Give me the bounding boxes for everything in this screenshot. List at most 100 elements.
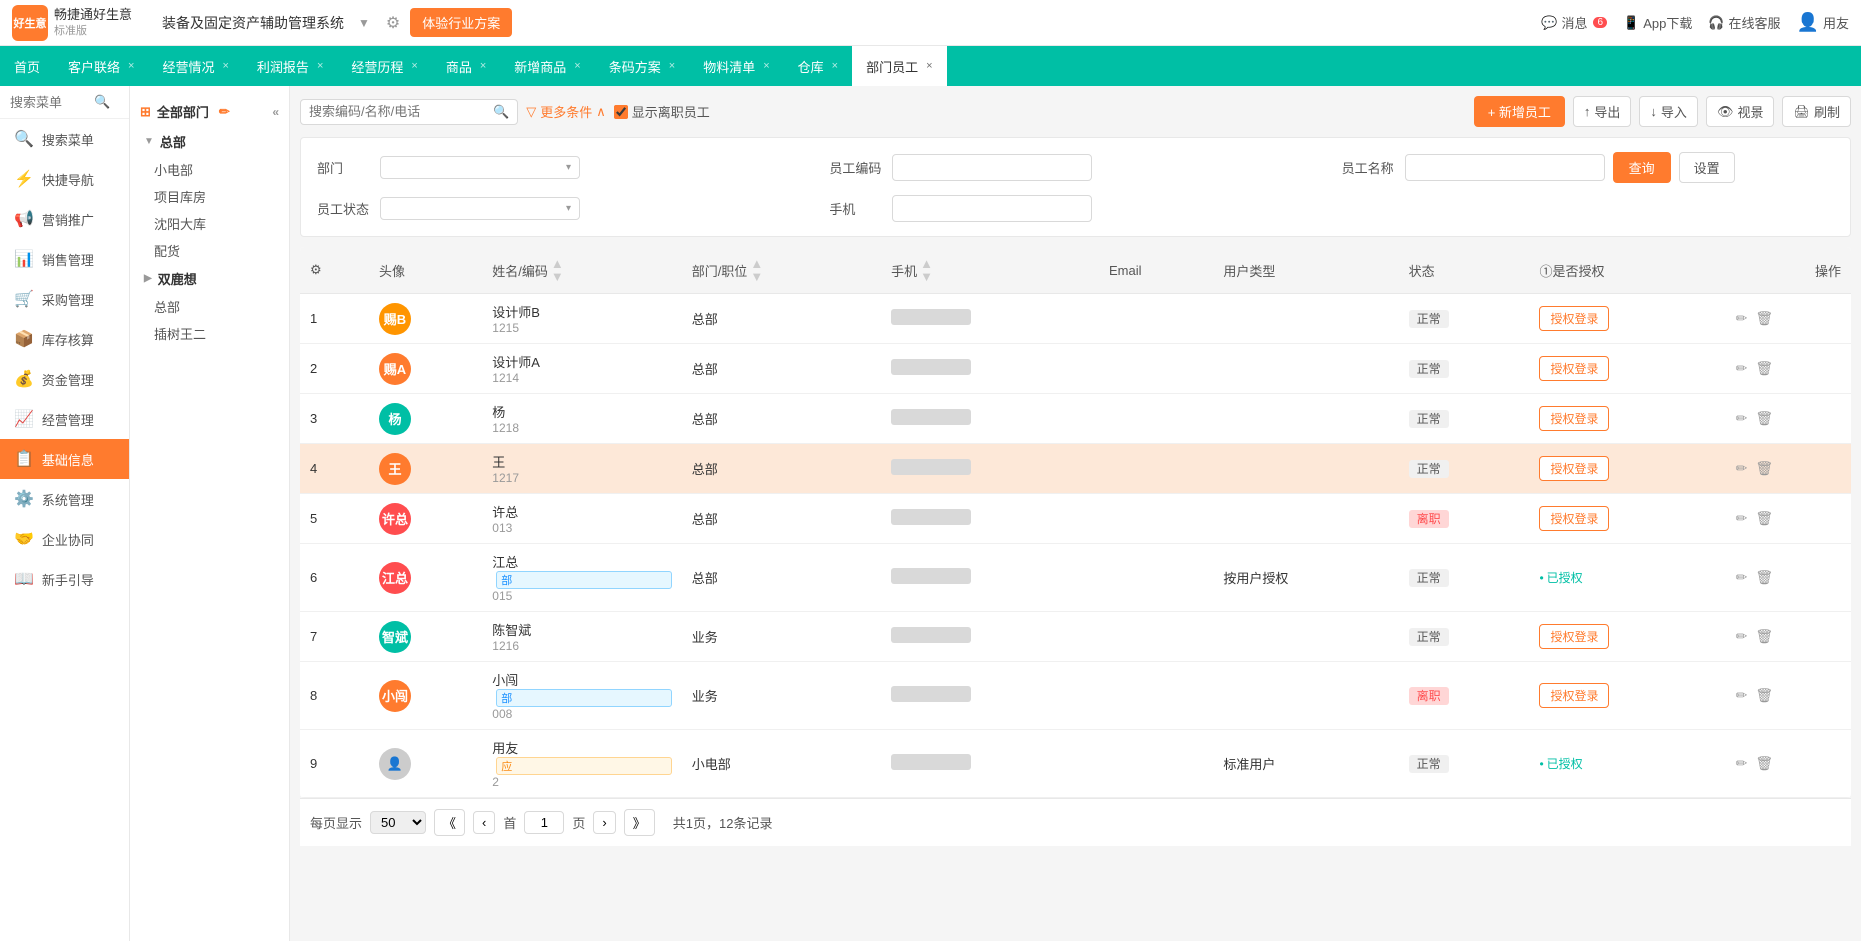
sidebar-item-采购管理[interactable]: 🛒采购管理 xyxy=(0,279,129,319)
delete-icon[interactable]: 🗑 xyxy=(1755,569,1773,586)
edit-icon[interactable]: ✏ xyxy=(1736,460,1748,477)
tree-child-配货[interactable]: 配货 xyxy=(130,237,289,264)
sidebar-item-搜索菜单[interactable]: 🔍搜索菜单 xyxy=(0,119,129,159)
edit-icon[interactable]: ✏ xyxy=(1736,755,1748,772)
sidebar-item-营销推广[interactable]: 📢营销推广 xyxy=(0,199,129,239)
emp-code-input[interactable] xyxy=(892,154,1092,181)
delete-icon[interactable]: 🗑 xyxy=(1755,628,1773,645)
nav-tab-部门员工[interactable]: 部门员工× xyxy=(852,46,946,86)
row-auth[interactable]: 授权登录 xyxy=(1529,612,1725,662)
msg-btn[interactable]: 💬 消息 6 xyxy=(1541,13,1607,32)
last-page-btn[interactable]: 》 xyxy=(624,809,655,836)
nav-tab-商品[interactable]: 商品× xyxy=(432,46,500,86)
delete-icon[interactable]: 🗑 xyxy=(1755,310,1773,327)
emp-name-input[interactable] xyxy=(1405,154,1605,181)
sidebar-item-系统管理[interactable]: ⚙️系统管理 xyxy=(0,479,129,519)
row-auth[interactable]: 授权登录 xyxy=(1529,444,1725,494)
nav-tab-首页[interactable]: 首页 xyxy=(0,46,54,86)
more-filters-btn[interactable]: ▽ 更多条件 ∧ xyxy=(526,102,606,121)
emp-status-select[interactable]: ▾ xyxy=(380,197,580,220)
tree-child-总部[interactable]: 总部 xyxy=(130,293,289,320)
tree-child-小电部[interactable]: 小电部 xyxy=(130,156,289,183)
gear-icon[interactable]: ⚙ xyxy=(386,13,400,33)
close-tab-icon[interactable]: × xyxy=(222,60,228,72)
delete-icon[interactable]: 🗑 xyxy=(1755,460,1773,477)
try-btn[interactable]: 体验行业方案 xyxy=(410,8,512,37)
nav-tab-客户联络[interactable]: 客户联络× xyxy=(54,46,148,86)
auth-btn[interactable]: 授权登录 xyxy=(1539,456,1609,481)
edit-icon[interactable]: ✏ xyxy=(1736,628,1748,645)
auth-btn[interactable]: 授权登录 xyxy=(1539,356,1609,381)
set-btn[interactable]: 设置 xyxy=(1679,152,1735,183)
close-tab-icon[interactable]: × xyxy=(480,60,486,72)
th-dept[interactable]: 部门/职位 ▲▼ xyxy=(682,247,881,294)
sidebar-item-经营管理[interactable]: 📈经营管理 xyxy=(0,399,129,439)
app-download-btn[interactable]: 📱 App下载 xyxy=(1623,13,1692,32)
edit-icon[interactable]: ✏ xyxy=(1736,410,1748,427)
delete-icon[interactable]: 🗑 xyxy=(1755,360,1773,377)
auth-btn[interactable]: 授权登录 xyxy=(1539,506,1609,531)
th-settings[interactable]: ⚙ xyxy=(300,247,369,294)
page-input[interactable] xyxy=(524,811,564,834)
import-btn[interactable]: ↓ 导入 xyxy=(1639,96,1698,127)
add-employee-btn[interactable]: + 新增员工 xyxy=(1474,96,1565,127)
sidebar-search-input[interactable] xyxy=(10,95,90,110)
close-tab-icon[interactable]: × xyxy=(411,60,417,72)
sidebar-item-企业协同[interactable]: 🤝企业协同 xyxy=(0,519,129,559)
query-btn[interactable]: 查询 xyxy=(1613,152,1671,183)
delete-icon[interactable]: 🗑 xyxy=(1755,410,1773,427)
tree-child-项目库房[interactable]: 项目库房 xyxy=(130,183,289,210)
tree-node-总部[interactable]: ▼总部 xyxy=(130,127,289,156)
sidebar-item-快捷导航[interactable]: ⚡快捷导航 xyxy=(0,159,129,199)
close-tab-icon[interactable]: × xyxy=(669,60,675,72)
nav-tab-物料清单[interactable]: 物料清单× xyxy=(689,46,783,86)
tree-child-沈阳大库[interactable]: 沈阳大库 xyxy=(130,210,289,237)
edit-icon[interactable]: ✏ xyxy=(1736,687,1748,704)
nav-tab-经营历程[interactable]: 经营历程× xyxy=(337,46,431,86)
th-name[interactable]: 姓名/编码 ▲▼ xyxy=(482,247,681,294)
next-page-btn[interactable]: › xyxy=(593,811,615,834)
sidebar-item-基础信息[interactable]: 📋基础信息 xyxy=(0,439,129,479)
show-departed-checkbox[interactable] xyxy=(614,105,628,119)
edit-icon[interactable]: ✏ xyxy=(1736,510,1748,527)
collapse-btn[interactable]: « xyxy=(272,105,279,119)
prev-page-btn[interactable]: ‹ xyxy=(473,811,495,834)
close-tab-icon[interactable]: × xyxy=(763,60,769,72)
auth-btn[interactable]: 授权登录 xyxy=(1539,683,1609,708)
edit-icon[interactable]: ✏ xyxy=(1736,569,1748,586)
sidebar-item-库存核算[interactable]: 📦库存核算 xyxy=(0,319,129,359)
online-service-btn[interactable]: 🎧 在线客服 xyxy=(1708,13,1780,32)
sidebar-item-资金管理[interactable]: 💰资金管理 xyxy=(0,359,129,399)
row-auth[interactable]: 授权登录 xyxy=(1529,662,1725,730)
nav-tab-利润报告[interactable]: 利润报告× xyxy=(243,46,337,86)
close-tab-icon[interactable]: × xyxy=(574,60,580,72)
show-departed-toggle[interactable]: 显示离职员工 xyxy=(614,102,710,121)
dropdown-arrow[interactable]: ▼ xyxy=(358,16,370,30)
auth-btn[interactable]: 授权登录 xyxy=(1539,306,1609,331)
edit-icon[interactable]: ✏ xyxy=(219,104,230,120)
view-btn[interactable]: 👁 视景 xyxy=(1706,96,1775,127)
edit-icon[interactable]: ✏ xyxy=(1736,310,1748,327)
edit-icon[interactable]: ✏ xyxy=(1736,360,1748,377)
export-btn[interactable]: ↑ 导出 xyxy=(1573,96,1632,127)
row-auth[interactable]: 授权登录 xyxy=(1529,494,1725,544)
row-auth[interactable]: 授权登录 xyxy=(1529,344,1725,394)
nav-tab-条码方案[interactable]: 条码方案× xyxy=(595,46,689,86)
dept-select[interactable]: ▾ xyxy=(380,156,580,179)
sidebar-item-新手引导[interactable]: 📖新手引导 xyxy=(0,559,129,599)
per-page-select[interactable]: 50 100 xyxy=(370,811,426,834)
close-tab-icon[interactable]: × xyxy=(832,60,838,72)
delete-icon[interactable]: 🗑 xyxy=(1755,687,1773,704)
delete-icon[interactable]: 🗑 xyxy=(1755,755,1773,772)
sidebar-item-销售管理[interactable]: 📊销售管理 xyxy=(0,239,129,279)
nav-tab-仓库[interactable]: 仓库× xyxy=(784,46,852,86)
tree-child-插树王二[interactable]: 插树王二 xyxy=(130,320,289,347)
row-auth[interactable]: 授权登录 xyxy=(1529,394,1725,444)
close-tab-icon[interactable]: × xyxy=(926,60,932,72)
tree-node-双鹿想[interactable]: ▶双鹿想 xyxy=(130,264,289,293)
close-tab-icon[interactable]: × xyxy=(128,60,134,72)
phone-input[interactable] xyxy=(892,195,1092,222)
row-auth[interactable]: 授权登录 xyxy=(1529,294,1725,344)
search-input[interactable] xyxy=(309,104,489,119)
first-page-btn[interactable]: 《 xyxy=(434,809,465,836)
